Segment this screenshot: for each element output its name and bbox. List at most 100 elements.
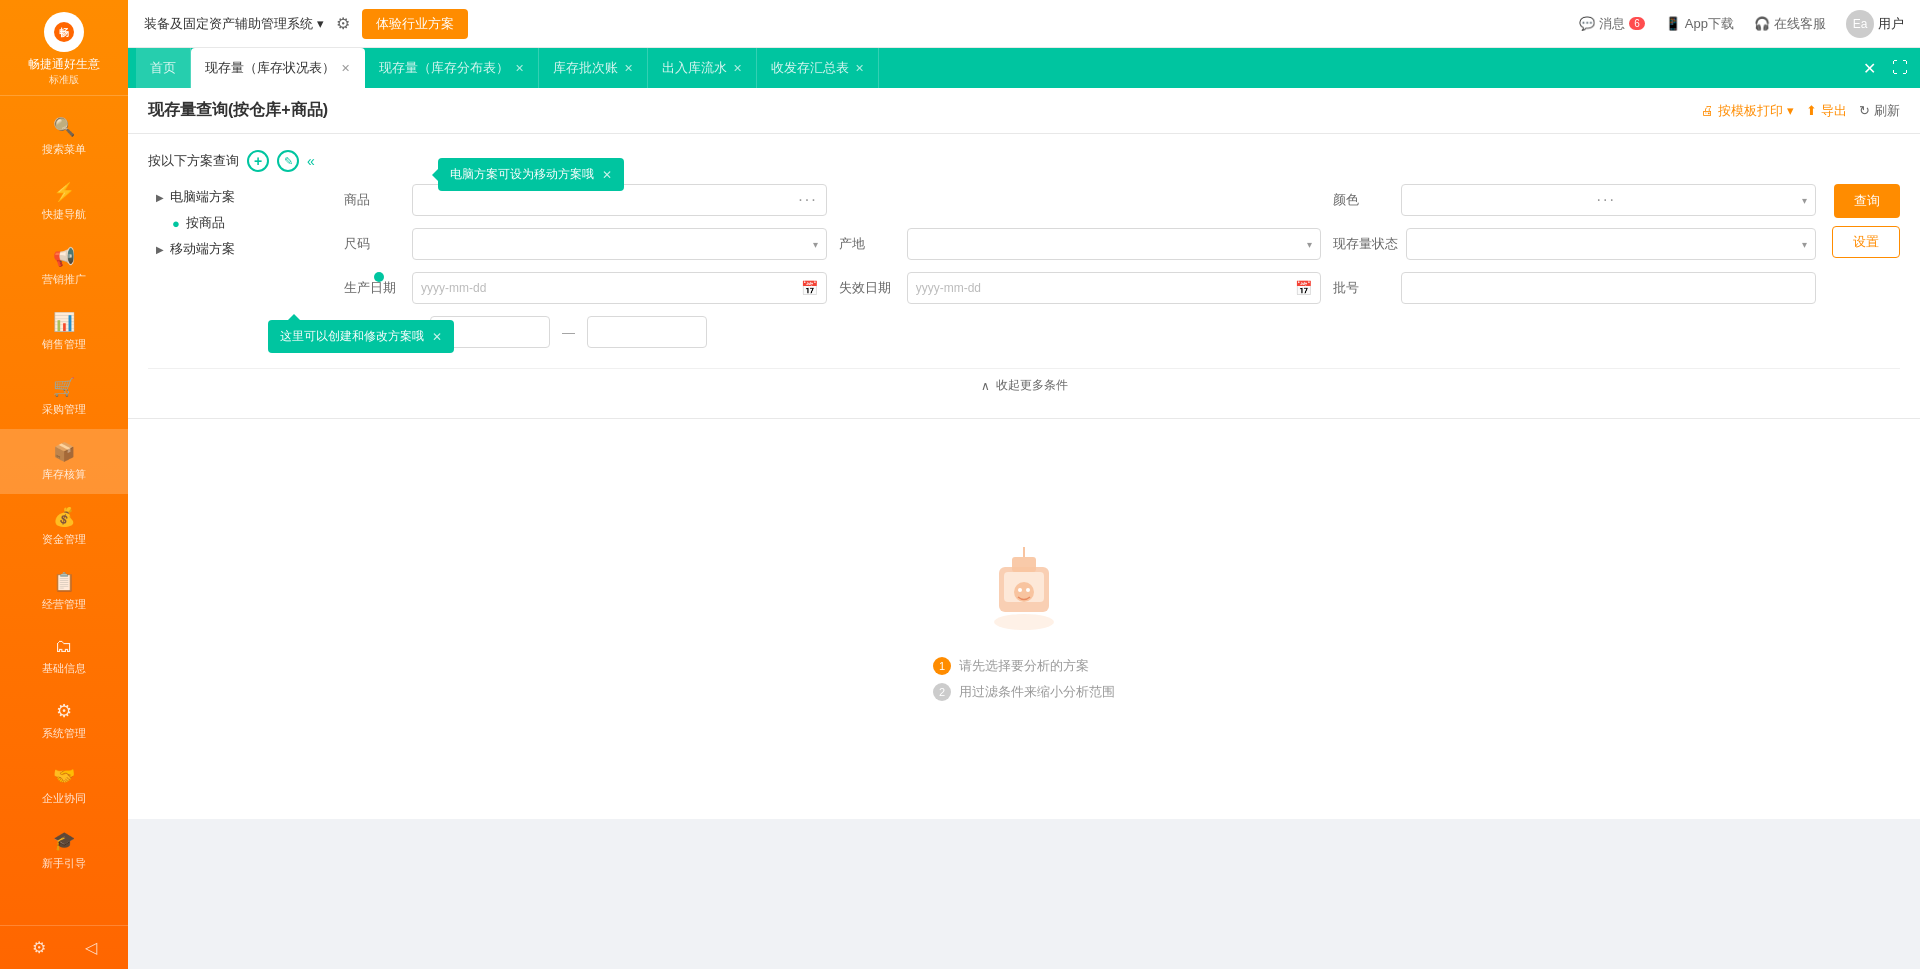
tab-inventory-status[interactable]: 现存量（库存状况表） ✕ (191, 48, 365, 88)
svg-point-6 (1018, 588, 1022, 592)
search-icon: 🔍 (53, 116, 75, 138)
filter-production-date: 生产日期 yyyy-mm-dd 📅 (344, 272, 827, 304)
top-header: 装备及固定资产辅助管理系统 ▾ ⚙ 体验行业方案 💬 App下载 消息 6 📱 … (128, 0, 1920, 48)
chevron-down-icon: ▾ (317, 16, 324, 31)
tab-inout-flow[interactable]: 出入库流水 ✕ (648, 48, 757, 88)
tab-home[interactable]: 首页 (136, 48, 191, 88)
refresh-btn[interactable]: ↻ 刷新 (1859, 102, 1900, 120)
production-date-label: 生产日期 (344, 279, 404, 297)
add-scheme-btn[interactable]: + (247, 150, 269, 172)
finance-icon: 💰 (53, 506, 75, 528)
tab-close-inventory-status[interactable]: ✕ (341, 62, 350, 75)
step-num-1: 1 (933, 657, 951, 675)
tab-fullscreen-icon[interactable]: ⛶ (1888, 55, 1912, 81)
empty-state: 1 请先选择要分析的方案 2 用过滤条件来缩小分析范围 (128, 419, 1920, 819)
stock-status-select[interactable]: ▾ (1406, 228, 1816, 260)
scheme-mobile-item[interactable]: ▶ 移动端方案 (148, 236, 328, 262)
sidebar-item-search[interactable]: 🔍 搜索菜单 (0, 104, 128, 169)
connector-dot (374, 272, 384, 282)
goods-label: 商品 (344, 191, 404, 209)
set-btn[interactable]: 设置 (1832, 226, 1900, 258)
svg-point-7 (1026, 588, 1030, 592)
tab-collect-summary[interactable]: 收发存汇总表 ✕ (757, 48, 879, 88)
edit-scheme-btn[interactable]: ✎ (277, 150, 299, 172)
filter-header: 按以下方案查询 + ✎ « (148, 150, 1900, 172)
export-btn[interactable]: ⬆ 导出 (1806, 102, 1847, 120)
sidebar-item-marketing[interactable]: 📢 营销推广 (0, 234, 128, 299)
color-label: 颜色 (1333, 191, 1393, 209)
filter-color: 颜色 ··· ▾ (1333, 184, 1816, 216)
sidebar-item-finance[interactable]: 💰 资金管理 (0, 494, 128, 559)
tooltip-main: 电脑方案可设为移动方案哦 ✕ (438, 158, 624, 191)
query-btn[interactable]: 查询 (1834, 184, 1900, 218)
tab-close-inout-flow[interactable]: ✕ (733, 62, 742, 75)
user-name: 用户 (1878, 15, 1904, 33)
sidebar-item-system[interactable]: ⚙ 系统管理 (0, 688, 128, 753)
sidebar-item-inventory[interactable]: 📦 库存核算 (0, 429, 128, 494)
radio-icon: ● (172, 216, 180, 231)
settings-bottom-icon[interactable]: ⚙ (32, 938, 46, 957)
online-support-action[interactable]: 🎧 在线客服 (1754, 15, 1826, 33)
chevron-up-icon: ∧ (981, 379, 990, 393)
page-area: 现存量查询(按仓库+商品) 🖨 按模板打印 ▾ ⬆ 导出 ↻ 刷新 (128, 88, 1920, 969)
origin-select[interactable]: ▾ (907, 228, 1322, 260)
stock-status-label: 现存量状态 (1333, 235, 1398, 253)
sidebar-item-purchase[interactable]: 🛒 采购管理 (0, 364, 128, 429)
scheme-sub-goods[interactable]: ● 按商品 (148, 210, 328, 236)
tab-batch-ledger[interactable]: 库存批次账 ✕ (539, 48, 648, 88)
export-icon: ⬆ (1806, 103, 1817, 118)
industry-btn[interactable]: 体验行业方案 (362, 9, 468, 39)
query-buttons: 查询 设置 (1832, 184, 1900, 356)
tab-close-all-icon[interactable]: ✕ (1859, 55, 1880, 82)
step-num-2: 2 (933, 683, 951, 701)
template-print-btn[interactable]: 🖨 按模板打印 ▾ (1701, 102, 1794, 120)
user-profile[interactable]: Ea 用户 (1846, 10, 1904, 38)
tooltip-create-close[interactable]: ✕ (432, 330, 442, 344)
chevron-down-icon: ▾ (1802, 239, 1807, 250)
tooltip-main-close[interactable]: ✕ (602, 168, 612, 182)
empty-steps: 1 请先选择要分析的方案 2 用过滤条件来缩小分析范围 (933, 657, 1115, 701)
chevron-down-icon: ▾ (1787, 103, 1794, 118)
message-icon: 💬 (1579, 16, 1595, 31)
sidebar-item-guide[interactable]: 🎓 新手引导 (0, 818, 128, 883)
sidebar-nav: 🔍 搜索菜单 ⚡ 快捷导航 📢 营销推广 📊 销售管理 🛒 采购管理 📦 库存核… (0, 96, 128, 925)
enterprise-icon: 🤝 (53, 765, 75, 787)
purchase-icon: 🛒 (53, 376, 75, 398)
production-date-input[interactable]: yyyy-mm-dd 📅 (412, 272, 827, 304)
operation-icon: 📋 (53, 571, 75, 593)
message-badge: 6 (1629, 17, 1645, 30)
tab-close-inventory-dist[interactable]: ✕ (515, 62, 524, 75)
empty-step-2: 2 用过滤条件来缩小分析范围 (933, 683, 1115, 701)
tab-close-batch-ledger[interactable]: ✕ (624, 62, 633, 75)
print-icon: 🖨 (1701, 103, 1714, 118)
chevron-down-icon: ▾ (1307, 239, 1312, 250)
arrow-right-icon: ▶ (156, 192, 164, 203)
sidebar-item-base[interactable]: 🗂 基础信息 (0, 624, 128, 688)
sidebar-item-operation[interactable]: 📋 经营管理 (0, 559, 128, 624)
message-action[interactable]: 💬 App下载 消息 6 (1579, 15, 1645, 33)
arrow-left-icon[interactable]: « (307, 153, 315, 169)
collapse-sidebar-icon[interactable]: ◁ (85, 938, 97, 957)
batch-input[interactable] (1401, 272, 1816, 304)
stock-main-max-input[interactable] (587, 316, 707, 348)
app-download-action[interactable]: 📱 App下载 (1665, 15, 1734, 33)
tab-close-collect-summary[interactable]: ✕ (855, 62, 864, 75)
system-select[interactable]: 装备及固定资产辅助管理系统 ▾ (144, 15, 324, 33)
phone-icon: 📱 (1665, 16, 1681, 31)
sidebar-item-enterprise[interactable]: 🤝 企业协同 (0, 753, 128, 818)
page-header: 现存量查询(按仓库+商品) 🖨 按模板打印 ▾ ⬆ 导出 ↻ 刷新 (128, 88, 1920, 134)
sidebar-item-sales[interactable]: 📊 销售管理 (0, 299, 128, 364)
scheme-desktop-item[interactable]: ▶ 电脑端方案 (148, 184, 328, 210)
lightning-icon: ⚡ (53, 181, 75, 203)
inventory-icon: 📦 (53, 441, 75, 463)
filter-row-3: 生产日期 yyyy-mm-dd 📅 失效日期 yyyy-mm-dd 📅 (344, 272, 1816, 304)
size-select[interactable]: ▾ (412, 228, 827, 260)
settings-icon[interactable]: ⚙ (336, 14, 350, 33)
sales-icon: 📊 (53, 311, 75, 333)
sidebar-item-quick[interactable]: ⚡ 快捷导航 (0, 169, 128, 234)
header-left: 装备及固定资产辅助管理系统 ▾ ⚙ 体验行业方案 (144, 9, 468, 39)
expiry-date-input[interactable]: yyyy-mm-dd 📅 (907, 272, 1322, 304)
color-select[interactable]: ··· ▾ (1401, 184, 1816, 216)
tab-inventory-dist[interactable]: 现存量（库存分布表） ✕ (365, 48, 539, 88)
collapse-btn[interactable]: ∧ 收起更多条件 (148, 368, 1900, 402)
